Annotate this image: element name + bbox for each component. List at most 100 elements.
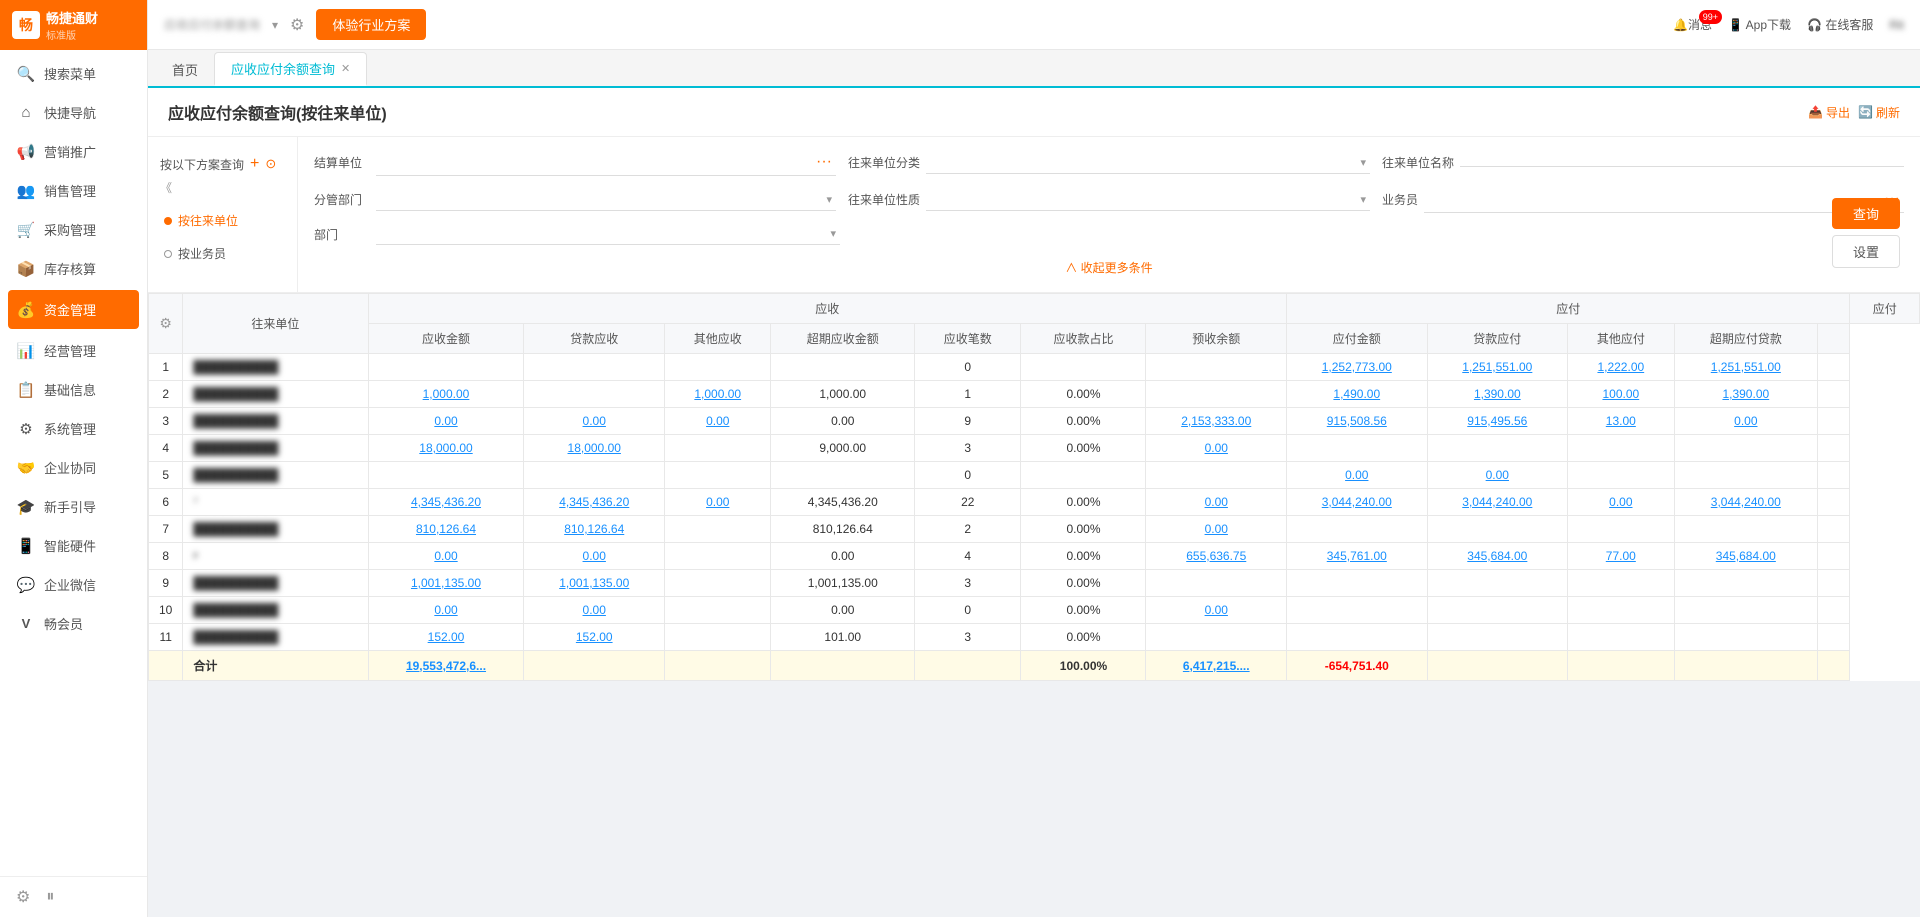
- table-cell[interactable]: 0.00: [1146, 516, 1287, 543]
- table-cell[interactable]: 0.00: [524, 408, 665, 435]
- division-input[interactable]: ▾: [376, 223, 840, 245]
- table-cell[interactable]: 1,390.00: [1427, 381, 1568, 408]
- table-cell[interactable]: 0.00: [368, 543, 524, 570]
- table-cell[interactable]: 810,126.64: [524, 516, 665, 543]
- table-cell[interactable]: [1427, 435, 1568, 462]
- sidebar-item-wechat[interactable]: 💬 企业微信: [0, 565, 147, 604]
- filter-collapse-btn[interactable]: 《: [160, 179, 172, 196]
- table-cell[interactable]: [524, 381, 665, 408]
- table-cell[interactable]: 345,684.00: [1674, 543, 1818, 570]
- table-cell[interactable]: 3,044,240.00: [1674, 489, 1818, 516]
- table-cell[interactable]: [1568, 624, 1674, 651]
- sidebar-item-search-menu[interactable]: 🔍 搜索菜单: [0, 54, 147, 93]
- table-cell[interactable]: [1287, 570, 1428, 597]
- table-cell[interactable]: 0.00: [1568, 489, 1674, 516]
- table-cell[interactable]: [1146, 570, 1287, 597]
- table-cell[interactable]: 100.00: [1568, 381, 1674, 408]
- table-cell[interactable]: 18,000.00: [524, 435, 665, 462]
- sidebar-item-marketing[interactable]: 📢 营销推广: [0, 132, 147, 171]
- table-cell[interactable]: 915,495.56: [1427, 408, 1568, 435]
- table-cell[interactable]: 0.00: [1674, 408, 1818, 435]
- sidebar-item-sales[interactable]: 👥 销售管理: [0, 171, 147, 210]
- table-cell[interactable]: [1427, 516, 1568, 543]
- table-cell[interactable]: [1568, 435, 1674, 462]
- table-cell[interactable]: 77.00: [1568, 543, 1674, 570]
- table-cell[interactable]: 0.00: [1287, 462, 1428, 489]
- table-cell[interactable]: [1674, 462, 1818, 489]
- table-cell[interactable]: 3,044,240.00: [1287, 489, 1428, 516]
- sidebar-item-purchase[interactable]: 🛒 采购管理: [0, 210, 147, 249]
- table-cell[interactable]: 4,345,436.20: [524, 489, 665, 516]
- tab-close-icon[interactable]: ✕: [341, 62, 350, 75]
- table-cell[interactable]: [524, 354, 665, 381]
- table-cell[interactable]: [1568, 597, 1674, 624]
- table-cell[interactable]: 1,222.00: [1568, 354, 1674, 381]
- online-service-btn[interactable]: 🎧 在线客服: [1807, 16, 1873, 33]
- gear-icon[interactable]: ⚙: [290, 15, 304, 35]
- messages-btn[interactable]: 🔔 消息 99+: [1673, 16, 1712, 33]
- table-cell[interactable]: [524, 462, 665, 489]
- table-cell[interactable]: [1674, 570, 1818, 597]
- table-cell[interactable]: 13.00: [1568, 408, 1674, 435]
- sidebar-item-inventory[interactable]: 📦 库存核算: [0, 249, 147, 288]
- table-cell[interactable]: 1,000.00: [665, 381, 771, 408]
- query-btn[interactable]: 查询: [1832, 198, 1900, 229]
- table-cell[interactable]: 1,251,551.00: [1674, 354, 1818, 381]
- unit-nature-input[interactable]: ▾: [926, 189, 1370, 211]
- table-cell[interactable]: [1427, 570, 1568, 597]
- table-cell[interactable]: [1287, 624, 1428, 651]
- table-cell[interactable]: [1146, 354, 1287, 381]
- table-cell[interactable]: 1,001,135.00: [524, 570, 665, 597]
- table-cell[interactable]: [1287, 597, 1428, 624]
- table-cell[interactable]: [368, 462, 524, 489]
- export-btn[interactable]: 📤 导出: [1808, 104, 1850, 121]
- table-cell[interactable]: 1,390.00: [1674, 381, 1818, 408]
- table-cell[interactable]: 810,126.64: [368, 516, 524, 543]
- settlement-input[interactable]: ···: [376, 149, 836, 176]
- table-cell[interactable]: 915,508.56: [1287, 408, 1428, 435]
- unit-category-input[interactable]: ▾: [926, 152, 1370, 174]
- filter-menu-by-unit[interactable]: 按往来单位: [148, 204, 297, 237]
- table-cell[interactable]: [1287, 435, 1428, 462]
- footer-ar-prepay[interactable]: 6,417,215....: [1146, 651, 1287, 681]
- table-cell[interactable]: 0.00: [665, 408, 771, 435]
- table-cell[interactable]: [665, 354, 771, 381]
- table-cell[interactable]: [1146, 381, 1287, 408]
- table-cell[interactable]: [665, 597, 771, 624]
- filter-add-btn[interactable]: +: [250, 155, 259, 173]
- table-cell[interactable]: [665, 624, 771, 651]
- table-cell[interactable]: [665, 435, 771, 462]
- table-cell[interactable]: [665, 462, 771, 489]
- unit-name-input[interactable]: [1460, 158, 1904, 167]
- footer-ar-amount[interactable]: 19,553,472,6...: [368, 651, 524, 681]
- try-industry-btn[interactable]: 体验行业方案: [316, 9, 426, 40]
- table-cell[interactable]: 345,761.00: [1287, 543, 1428, 570]
- app-download-btn[interactable]: 📱 App下载: [1728, 16, 1791, 33]
- sidebar-item-vip[interactable]: V 畅会员: [0, 604, 147, 643]
- sidebar-item-operations[interactable]: 📊 经营管理: [0, 331, 147, 370]
- table-cell[interactable]: [1146, 624, 1287, 651]
- table-cell[interactable]: 3,044,240.00: [1427, 489, 1568, 516]
- table-cell[interactable]: 0.00: [665, 489, 771, 516]
- table-cell[interactable]: 0.00: [1427, 462, 1568, 489]
- sidebar-item-basic[interactable]: 📋 基础信息: [0, 370, 147, 409]
- table-cell[interactable]: [1427, 624, 1568, 651]
- sidebar-item-system[interactable]: ⚙ 系统管理: [0, 409, 147, 448]
- table-cell[interactable]: [1674, 597, 1818, 624]
- table-cell[interactable]: [1287, 516, 1428, 543]
- collapse-more-btn[interactable]: ∧ 收起更多条件: [314, 255, 1904, 280]
- collapse-icon[interactable]: ⏸: [46, 888, 54, 906]
- filter-settings-btn[interactable]: ⊙: [265, 156, 276, 172]
- table-cell[interactable]: 2,153,333.00: [1146, 408, 1287, 435]
- table-cell[interactable]: [1568, 570, 1674, 597]
- dept-input[interactable]: ▾: [376, 189, 836, 211]
- table-cell[interactable]: 345,684.00: [1427, 543, 1568, 570]
- table-cell[interactable]: [1674, 435, 1818, 462]
- table-cell[interactable]: 0.00: [524, 543, 665, 570]
- sidebar-item-quick-nav[interactable]: ⌂ 快捷导航: [0, 93, 147, 132]
- table-cell[interactable]: 152.00: [524, 624, 665, 651]
- sidebar-item-hardware[interactable]: 📱 智能硬件: [0, 526, 147, 565]
- settings-btn[interactable]: 设置: [1832, 235, 1900, 268]
- refresh-btn[interactable]: 🔄 刷新: [1858, 104, 1900, 121]
- table-cell[interactable]: [1568, 462, 1674, 489]
